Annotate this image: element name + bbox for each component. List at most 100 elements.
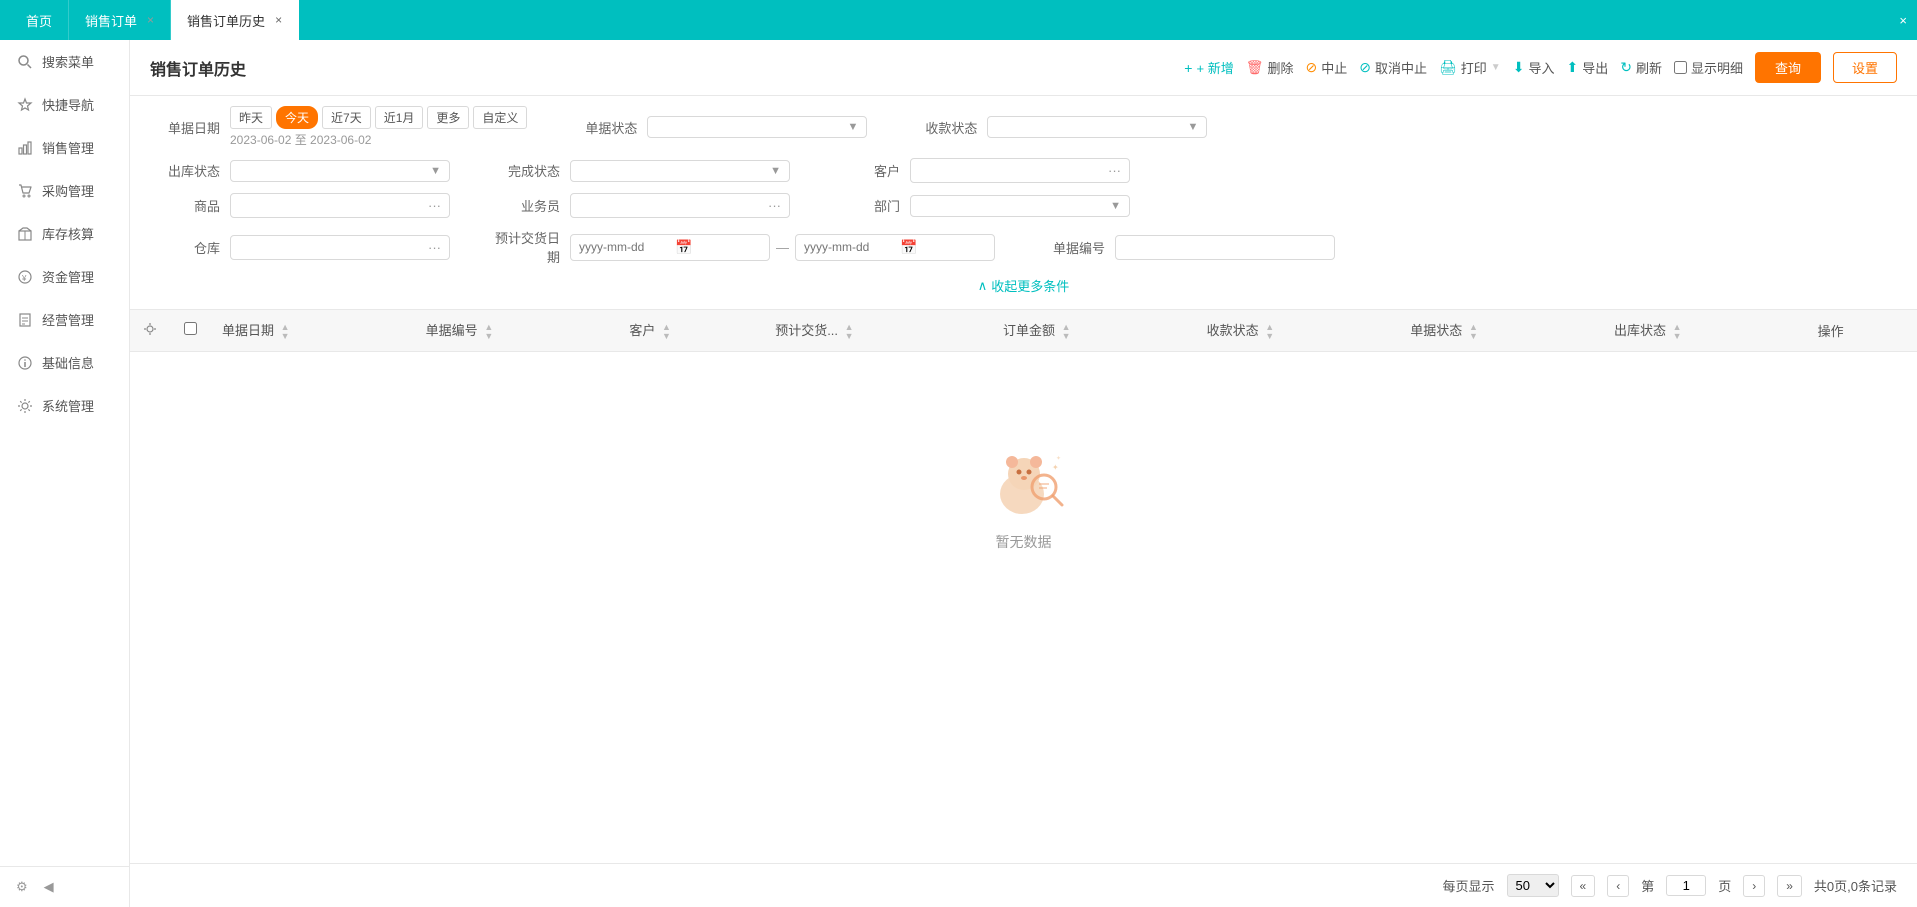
th-out-status[interactable]: 出库状态 ▲▼ xyxy=(1602,310,1806,351)
content-area: 销售订单历史 + + 新增 🗑 删除 ⊘ 中止 ⊘ 取消中止 xyxy=(130,40,1917,907)
sort-date-icon: ▲▼ xyxy=(281,323,290,341)
expected-date-start-input[interactable]: 📅 xyxy=(570,234,770,261)
toolbar: + + 新增 🗑 删除 ⊘ 中止 ⊘ 取消中止 🖨 打印 xyxy=(1184,52,1897,83)
date-btn-7days[interactable]: 近7天 xyxy=(322,106,371,129)
collapse-sidebar-icon[interactable]: ◀ xyxy=(44,879,54,895)
import-button[interactable]: ⬇ 导入 xyxy=(1513,58,1555,77)
sidebar-item-label: 资金管理 xyxy=(42,267,94,286)
sidebar-item-purchase[interactable]: 采购管理 xyxy=(0,169,129,212)
salesperson-select[interactable]: ··· xyxy=(570,193,790,218)
close-tab-sales-order-history[interactable]: × xyxy=(275,13,282,27)
th-expected-date[interactable]: 预计交货... ▲▼ xyxy=(763,310,991,351)
th-customer[interactable]: 客户 ▲▼ xyxy=(617,310,763,351)
print-button[interactable]: 🖨 打印 ▼ xyxy=(1439,58,1501,77)
th-amount[interactable]: 订单金额 ▲▼ xyxy=(991,310,1195,351)
sidebar-item-finance[interactable]: ¥ 资金管理 xyxy=(0,255,129,298)
sidebar-item-basic-info[interactable]: 基础信息 xyxy=(0,341,129,384)
receipt-status-label: 收款状态 xyxy=(907,118,987,137)
sidebar-item-label: 销售管理 xyxy=(42,138,94,157)
report-icon xyxy=(16,311,34,329)
goods-dots-icon: ··· xyxy=(428,198,441,213)
sidebar-item-operations[interactable]: 经营管理 xyxy=(0,298,129,341)
th-bill-no[interactable]: 单据编号 ▲▼ xyxy=(414,310,618,351)
goods-select[interactable]: ··· xyxy=(230,193,450,218)
date-btn-1month[interactable]: 近1月 xyxy=(375,106,424,129)
sidebar-item-system[interactable]: 系统管理 xyxy=(0,384,129,427)
cancel-stop-button[interactable]: ⊘ 取消中止 xyxy=(1359,58,1427,77)
stop-button[interactable]: ⊘ 中止 xyxy=(1306,58,1348,77)
customer-dots-icon: ··· xyxy=(1108,163,1121,178)
sort-customer-icon: ▲▼ xyxy=(662,323,671,341)
display-details-input[interactable] xyxy=(1674,61,1687,74)
date-btn-custom[interactable]: 自定义 xyxy=(473,106,527,129)
tab-sales-order-history[interactable]: 销售订单历史 × xyxy=(171,0,299,40)
close-tab-sales-order[interactable]: × xyxy=(147,13,154,27)
last-page-button[interactable]: » xyxy=(1777,875,1802,897)
window-close-btn[interactable]: × xyxy=(1899,13,1907,28)
sidebar-bottom: ⚙ ◀ xyxy=(0,866,129,907)
cancel-stop-icon: ⊘ xyxy=(1359,59,1371,76)
first-page-button[interactable]: « xyxy=(1571,875,1596,897)
department-arrow-icon: ▼ xyxy=(1110,200,1121,212)
settings-button[interactable]: 设置 xyxy=(1833,52,1897,83)
customer-select[interactable]: ··· xyxy=(910,158,1130,183)
sidebar-item-sales[interactable]: 销售管理 xyxy=(0,126,129,169)
coin-icon: ¥ xyxy=(16,268,34,286)
display-details-checkbox[interactable]: 显示明细 xyxy=(1674,58,1743,77)
page-title: 销售订单历史 xyxy=(150,56,246,80)
export-icon: ⬆ xyxy=(1566,59,1578,76)
sort-expected-icon: ▲▼ xyxy=(845,323,854,341)
bill-status-select[interactable]: ▼ xyxy=(647,116,867,138)
filter-row-2: 出库状态 ▼ 完成状态 ▼ 客户 ··· xyxy=(150,158,1897,183)
svg-text:✦: ✦ xyxy=(1052,463,1059,472)
out-status-select[interactable]: ▼ xyxy=(230,160,450,182)
export-button[interactable]: ⬆ 导出 xyxy=(1566,58,1608,77)
sidebar-item-search[interactable]: 搜索菜单 xyxy=(0,40,129,83)
complete-status-select[interactable]: ▼ xyxy=(570,160,790,182)
add-button[interactable]: + + 新增 xyxy=(1184,58,1233,77)
per-page-select[interactable]: 50 20 100 200 xyxy=(1507,874,1559,897)
table-wrapper: 单据日期 ▲▼ 单据编号 ▲▼ 客户 ▲▼ 预计交货... xyxy=(130,310,1917,863)
collapse-button[interactable]: ∧ 收起更多条件 xyxy=(150,276,1897,295)
receipt-status-select[interactable]: ▼ xyxy=(987,116,1207,138)
select-all-checkbox[interactable] xyxy=(184,322,197,335)
date-btn-today[interactable]: 今天 xyxy=(276,106,318,129)
query-button[interactable]: 查询 xyxy=(1755,52,1821,83)
date-btn-more[interactable]: 更多 xyxy=(427,106,469,129)
warehouse-select[interactable]: ··· xyxy=(230,235,450,260)
page-label: 第 xyxy=(1641,876,1654,895)
sidebar-item-label: 经营管理 xyxy=(42,310,94,329)
tab-home[interactable]: 首页 xyxy=(10,0,69,40)
th-date[interactable]: 单据日期 ▲▼ xyxy=(210,310,414,351)
date-btn-yesterday[interactable]: 昨天 xyxy=(230,106,272,129)
th-settings[interactable] xyxy=(130,310,170,351)
th-receipt-status[interactable]: 收款状态 ▲▼ xyxy=(1195,310,1399,351)
out-status-label: 出库状态 xyxy=(150,161,230,180)
sidebar-item-inventory[interactable]: 库存核算 xyxy=(0,212,129,255)
date-filter-buttons: 昨天 今天 近7天 近1月 更多 自定义 xyxy=(230,106,527,129)
th-bill-status[interactable]: 单据状态 ▲▼ xyxy=(1398,310,1602,351)
sidebar-item-label: 库存核算 xyxy=(42,224,94,243)
warehouse-label: 仓库 xyxy=(150,238,230,257)
tab-sales-order[interactable]: 销售订单 × xyxy=(69,0,171,40)
th-operation: 操作 xyxy=(1806,310,1917,351)
th-checkbox[interactable] xyxy=(170,310,210,351)
settings-bottom-icon[interactable]: ⚙ xyxy=(16,879,28,895)
next-page-button[interactable]: › xyxy=(1743,875,1765,897)
expected-date-label: 预计交货日期 xyxy=(490,228,570,266)
sort-billno-icon: ▲▼ xyxy=(484,323,493,341)
sidebar-item-label: 采购管理 xyxy=(42,181,94,200)
department-select[interactable]: ▼ xyxy=(910,195,1130,217)
warehouse-dots-icon: ··· xyxy=(428,240,441,255)
bill-no-input[interactable] xyxy=(1115,235,1335,260)
chart-icon xyxy=(16,139,34,157)
prev-page-button[interactable]: ‹ xyxy=(1607,875,1629,897)
delete-button[interactable]: 🗑 删除 xyxy=(1246,58,1294,77)
top-bar-actions: × xyxy=(1899,13,1907,28)
expected-date-end-input[interactable]: 📅 xyxy=(795,234,995,261)
page-suffix-label: 页 xyxy=(1718,876,1731,895)
import-icon: ⬇ xyxy=(1513,59,1525,76)
page-number-input[interactable] xyxy=(1666,875,1706,896)
sidebar-item-quick-nav[interactable]: 快捷导航 xyxy=(0,83,129,126)
refresh-button[interactable]: ↻ 刷新 xyxy=(1620,58,1662,77)
